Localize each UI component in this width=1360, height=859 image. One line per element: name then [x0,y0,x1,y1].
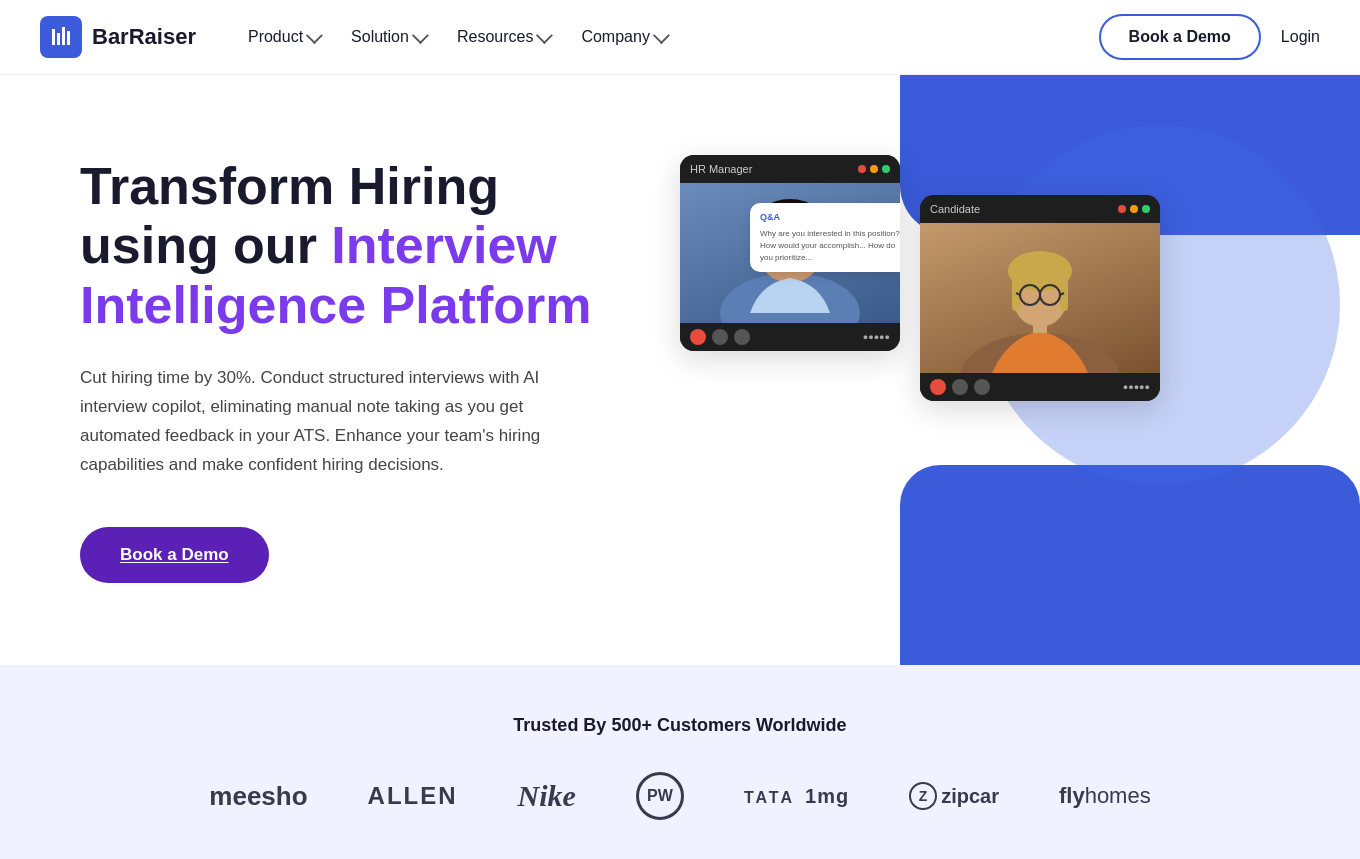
hero-visual: HR Manager [640,75,1360,665]
chevron-down-icon [412,27,429,44]
chevron-down-icon [536,27,553,44]
video-card-hr-title: HR Manager [690,163,752,175]
chevron-down-icon [653,27,670,44]
login-button[interactable]: Login [1281,28,1320,46]
video-timer: ●●●●● [863,332,890,342]
nav-menu: Product Solution Resources Company [236,20,678,54]
logo-tata: TATA 1mg [744,785,849,808]
svg-rect-1 [57,33,60,45]
ctrl-end2 [930,379,946,395]
video-card-hr-body: Q&A Why are you interested in this posit… [680,183,900,323]
logo-meesho: meesho [209,781,307,812]
logo-text: BarRaiser [92,24,196,50]
hero-title-line2-normal: using our [80,216,331,274]
ctrl-cam2 [974,379,990,395]
nav-item-company[interactable]: Company [569,20,677,54]
nav-item-resources[interactable]: Resources [445,20,561,54]
video-controls-candidate [930,379,990,395]
video-card-hr-dots [858,165,890,173]
ctrl-mic2 [952,379,968,395]
logos-row: meesho ALLEN Nike PW TATA 1mg Z zipcar f… [40,772,1320,820]
blue-bg-bottom [900,465,1360,665]
hero-title-line1: Transform Hiring [80,157,499,215]
nav-item-product[interactable]: Product [236,20,331,54]
barraiser-icon [49,25,73,49]
hero-title-platform: Intelligence Platform [80,276,591,334]
video-card-hr-header: HR Manager [680,155,900,183]
video-card-candidate-body [920,223,1160,373]
chat-bubble: Q&A Why are you interested in this posit… [750,203,900,272]
zipcar-z-icon: Z [909,782,937,810]
video-card-hr: HR Manager [680,155,900,351]
book-demo-nav-button[interactable]: Book a Demo [1099,14,1261,60]
dot-red2 [1118,205,1126,213]
video-card-candidate-footer: ●●●●● [920,373,1160,401]
interview-cards: HR Manager [680,155,1160,401]
video-controls-hr [690,329,750,345]
dot-yellow [870,165,878,173]
dot-red [858,165,866,173]
video-card-candidate-title: Candidate [930,203,980,215]
dot-green [882,165,890,173]
dot-yellow2 [1130,205,1138,213]
svg-rect-14 [1012,271,1020,311]
svg-rect-15 [1060,271,1068,311]
book-demo-hero-button[interactable]: Book a Demo [80,527,269,583]
hero-description: Cut hiring time by 30%. Conduct structur… [80,364,600,480]
svg-rect-0 [52,29,55,45]
svg-rect-3 [67,31,70,45]
ctrl-end [690,329,706,345]
ctrl-cam [734,329,750,345]
video-card-hr-footer: ●●●●● [680,323,900,351]
dot-green2 [1142,205,1150,213]
person2-svg [920,223,1160,373]
trusted-title: Trusted By 500+ Customers Worldwide [40,715,1320,736]
ctrl-mic [712,329,728,345]
nav-item-solution[interactable]: Solution [339,20,437,54]
navbar: BarRaiser Product Solution Resources Com… [0,0,1360,75]
hero-section: Transform Hiring using our Interview Int… [0,75,1360,665]
hero-title-interview: Interview [331,216,556,274]
video-timer2: ●●●●● [1123,382,1150,392]
logo-zipcar: Z zipcar [909,782,999,810]
logo-icon [40,16,82,58]
chevron-down-icon [306,27,323,44]
nav-left: BarRaiser Product Solution Resources Com… [40,16,678,58]
logo-pw: PW [636,772,684,820]
video-card-candidate: Candidate [920,195,1160,401]
logo-flyhomes: flyhomes [1059,783,1151,809]
nav-right: Book a Demo Login [1099,14,1320,60]
hero-title: Transform Hiring using our Interview Int… [80,157,600,336]
trusted-section: Trusted By 500+ Customers Worldwide mees… [0,665,1360,859]
video-card-candidate-header: Candidate [920,195,1160,223]
logo-link[interactable]: BarRaiser [40,16,196,58]
video-card-candidate-dots [1118,205,1150,213]
logo-nike: Nike [518,779,576,813]
hero-content: Transform Hiring using our Interview Int… [0,97,660,644]
logo-allen: ALLEN [368,782,458,810]
svg-rect-2 [62,27,65,45]
